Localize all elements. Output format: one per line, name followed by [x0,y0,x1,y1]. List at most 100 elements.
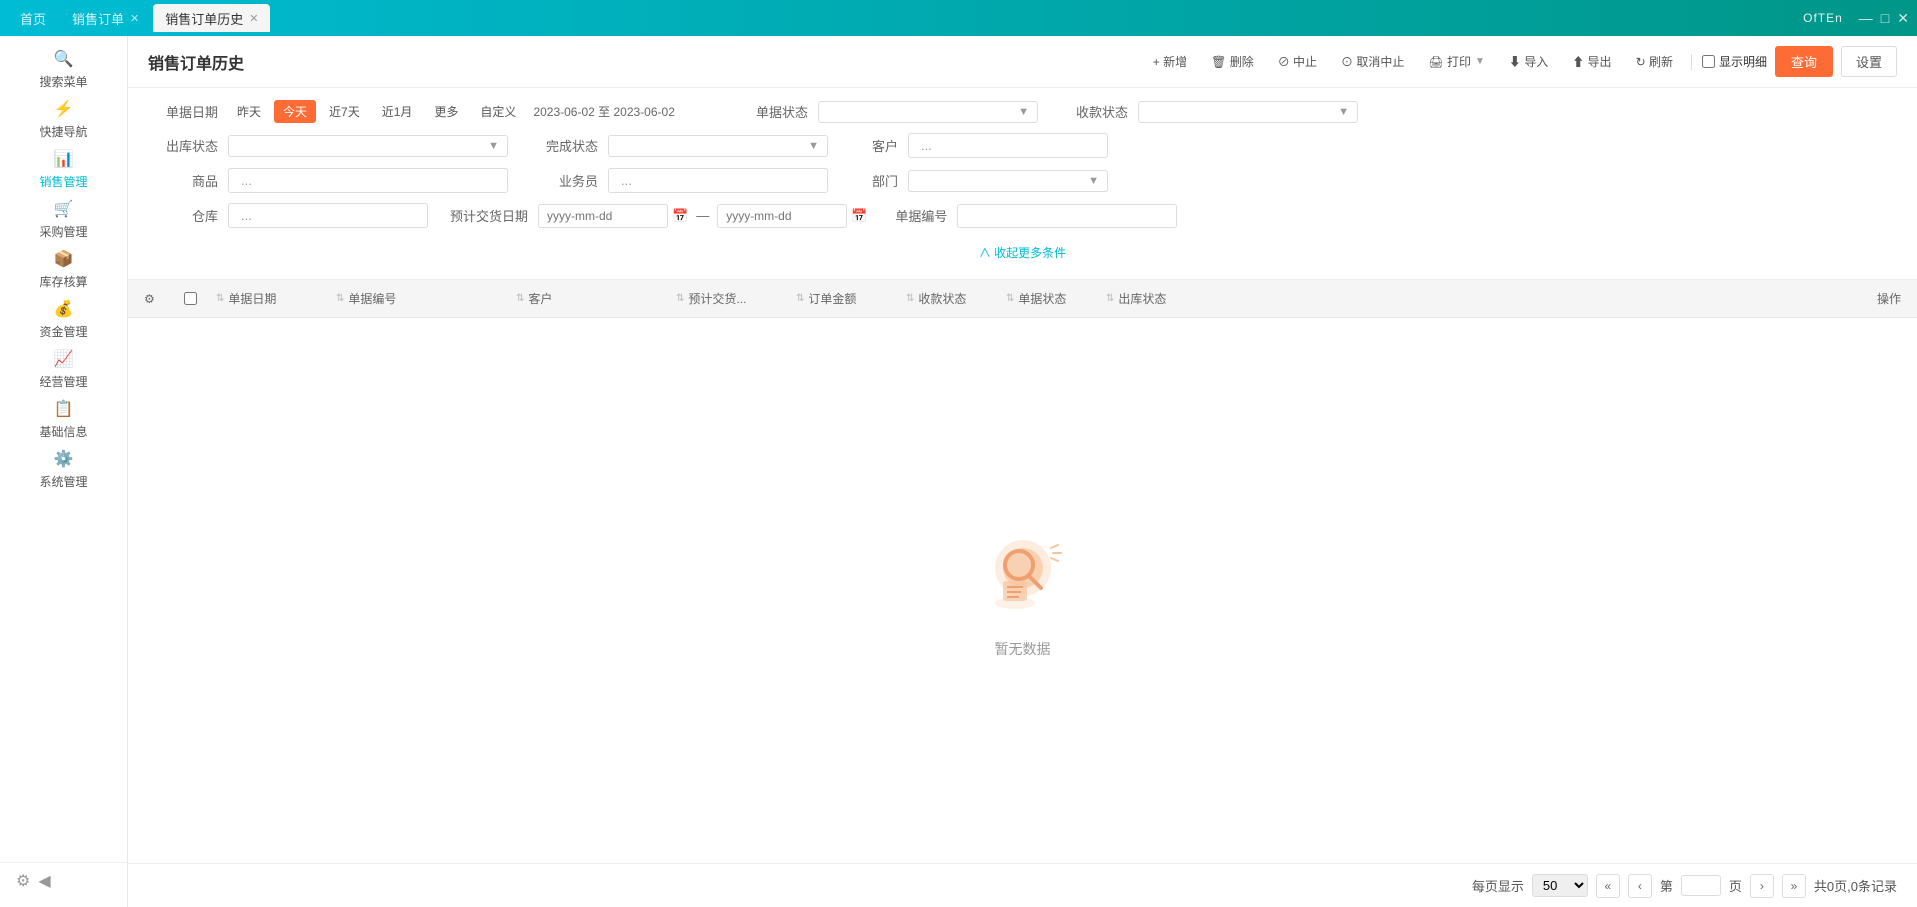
print-label: 🖨 打印 [1428,53,1471,70]
show-detail-checkbox[interactable] [1702,55,1715,68]
sidebar-item-operations[interactable]: 📈 经营管理 [0,344,127,394]
sidebar-collapse-icon[interactable]: ◀ [38,871,50,891]
tab-sales-order-history[interactable]: 销售订单历史 ✕ [153,4,270,32]
sidebar-item-quick-nav[interactable]: ⚡ 快捷导航 [0,94,127,144]
sidebar-item-purchase-mgmt[interactable]: 🛒 采购管理 [0,194,127,244]
sidebar-item-system-label: 系统管理 [39,473,87,490]
import-button[interactable]: ⬇ 导入 [1501,49,1556,74]
page-size-select[interactable]: 50 10 20 100 [1532,874,1588,897]
date-tag-more[interactable]: 更多 [425,100,467,123]
order-status-select[interactable]: ▼ [818,101,1038,123]
refresh-button[interactable]: ↻ 刷新 [1628,49,1681,74]
date-tag-7days[interactable]: 近7天 [320,100,369,123]
sidebar-bottom: ⚙ ◀ [0,862,127,899]
cancel-stop-button[interactable]: ⊙ 取消中止 [1333,49,1412,74]
th-date[interactable]: ⇅ 单据日期 [208,290,328,307]
export-button[interactable]: ⬆ 导出 [1564,49,1619,74]
order-status-arrow: ▼ [1018,106,1029,118]
gear-icon[interactable]: ⚙ [144,292,155,306]
print-button[interactable]: 🖨 打印 ▼ [1420,49,1492,74]
order-no-input[interactable] [957,204,1177,228]
tab-home[interactable]: 首页 [8,4,58,32]
th-pay-status[interactable]: ⇅ 收款状态 [898,290,998,307]
sidebar-item-basic-info[interactable]: 📋 基础信息 [0,394,127,444]
sidebar-item-inventory[interactable]: 📦 库存核算 [0,244,127,294]
query-button[interactable]: 查询 [1775,46,1833,77]
maximize-btn[interactable]: □ [1881,10,1889,26]
sidebar-item-search-menu[interactable]: 🔍 搜索菜单 [0,44,127,94]
first-page-btn[interactable]: « [1596,874,1620,898]
sort-icon-customer: ⇅ [516,293,524,304]
stop-button[interactable]: ⊘ 中止 [1270,49,1325,74]
select-all-checkbox[interactable] [184,292,197,305]
payment-status-select[interactable]: ▼ [1138,101,1358,123]
date-tag-yesterday[interactable]: 昨天 [228,100,270,123]
delivery-status-label: 出库状态 [148,136,228,155]
total-text: 共0页,0条记录 [1814,876,1897,895]
th-order-no[interactable]: ⇅ 单据编号 [328,290,508,307]
sort-icon-order-status: ⇅ [1006,293,1014,304]
minimize-btn[interactable]: — [1859,10,1873,26]
quick-nav-icon: ⚡ [54,99,74,119]
th-customer[interactable]: ⇅ 客户 [508,290,668,307]
th-delivery-status[interactable]: ⇅ 出库状态 [1098,290,1198,307]
search-menu-icon: 🔍 [54,49,74,69]
last-page-btn[interactable]: » [1782,874,1806,898]
product-picker[interactable]: ... [228,168,508,193]
next-page-btn[interactable]: › [1750,874,1774,898]
date-tag-today[interactable]: 今天 [274,100,316,123]
date-tag-custom[interactable]: 自定义 [471,100,525,123]
page-input[interactable]: 1 [1681,875,1721,896]
tab-sales-order-close[interactable]: ✕ [130,12,139,25]
delete-button[interactable]: 🗑 删除 [1203,49,1262,74]
settings-button[interactable]: 设置 [1841,46,1897,77]
filter-row-1: 单据日期 昨天 今天 近7天 近1月 更多 自定义 2023-06-02 至 2… [148,100,1897,123]
delivery-date-end-cal[interactable]: 📅 [851,208,867,224]
th-gear[interactable]: ⚙ [136,292,176,306]
customer-picker[interactable]: ... [908,133,1108,158]
inventory-icon: 📦 [54,249,74,269]
completion-status-select[interactable]: ▼ [608,135,828,157]
sidebar-item-purchase-mgmt-label: 采购管理 [39,223,87,240]
empty-text: 暂无数据 [995,639,1051,659]
toolbar: + 新增 🗑 删除 ⊘ 中止 ⊙ 取消中止 🖨 打印 ▼ ⬇ 导入 ⬆ 导出 ↻… [1145,46,1897,77]
payment-status-arrow: ▼ [1338,106,1349,118]
sidebar-item-system[interactable]: ⚙️ 系统管理 [0,444,127,494]
salesperson-picker[interactable]: ... [608,168,828,193]
delivery-status-arrow: ▼ [488,140,499,152]
completion-status-arrow: ▼ [808,140,819,152]
new-button[interactable]: + 新增 [1145,49,1195,74]
department-select[interactable]: ▼ [908,170,1108,192]
page-size-label: 每页显示 [1472,876,1524,895]
date-tag-group: 昨天 今天 近7天 近1月 更多 自定义 [228,100,525,123]
sort-icon-amount: ⇅ [796,293,804,304]
sort-icon-delivery-status: ⇅ [1106,293,1114,304]
date-tag-1month[interactable]: 近1月 [373,100,422,123]
th-amount[interactable]: ⇅ 订单金额 [788,290,898,307]
page-label: 页 [1729,876,1742,895]
delivery-date-start-cal[interactable]: 📅 [672,208,688,224]
th-check[interactable] [176,292,208,305]
delivery-date-end[interactable] [717,204,847,228]
print-dropdown-icon[interactable]: ▼ [1475,56,1485,67]
show-detail-checkbox-label[interactable]: 显示明细 [1702,53,1767,70]
close-btn[interactable]: ✕ [1897,10,1909,27]
th-order-status[interactable]: ⇅ 单据状态 [998,290,1098,307]
sidebar-settings-icon[interactable]: ⚙ [16,871,30,891]
warehouse-picker[interactable]: ... [228,203,428,228]
empty-icon [973,523,1073,623]
tab-sales-order-history-close[interactable]: ✕ [249,12,258,25]
delivery-date-start[interactable] [538,204,668,228]
delivery-status-select[interactable]: ▼ [228,135,508,157]
sort-icon-delivery: ⇅ [676,293,684,304]
filter-area: 单据日期 昨天 今天 近7天 近1月 更多 自定义 2023-06-02 至 2… [128,88,1917,280]
sidebar-item-sales-mgmt[interactable]: 📊 销售管理 [0,144,127,194]
th-delivery-date[interactable]: ⇅ 预计交货... [668,290,788,307]
date-dash: — [696,208,709,223]
th-order-status-label: 单据状态 [1018,290,1066,307]
collapse-more[interactable]: ∧ 收起更多条件 [148,238,1897,267]
prev-page-btn[interactable]: ‹ [1628,874,1652,898]
sidebar-item-finance[interactable]: 💰 资金管理 [0,294,127,344]
filter-row-3: 商品 ... 业务员 ... 部门 ▼ [148,168,1897,193]
tab-sales-order[interactable]: 销售订单 ✕ [60,4,151,32]
